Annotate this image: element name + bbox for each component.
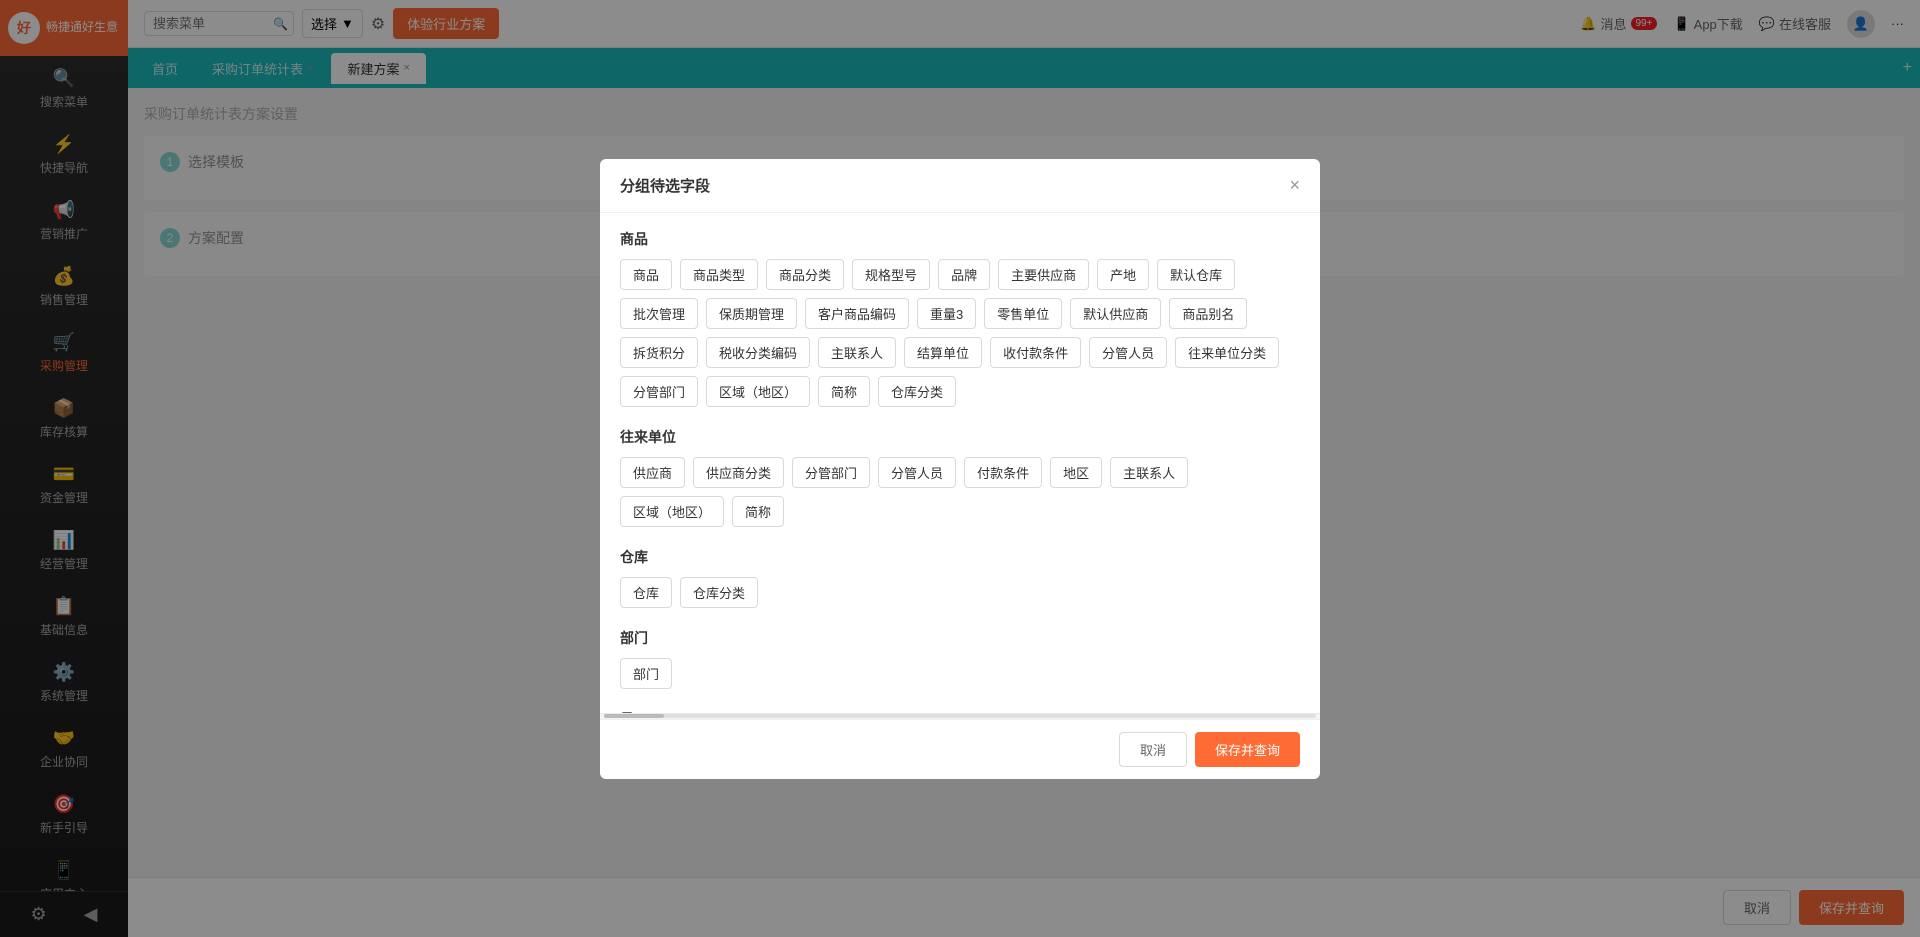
modal-overlay: 分组待选字段 × 商品商品商品类型商品分类规格型号品牌主要供应商产地默认仓库批次…	[0, 0, 1920, 937]
field-chip[interactable]: 分管人员	[878, 457, 956, 488]
field-chip[interactable]: 商品	[620, 259, 672, 290]
field-chip[interactable]: 往来单位分类	[1175, 337, 1279, 368]
field-chip[interactable]: 分管部门	[620, 376, 698, 407]
field-chip[interactable]: 零售单位	[984, 298, 1062, 329]
field-chip[interactable]: 结算单位	[904, 337, 982, 368]
field-chip[interactable]: 收付款条件	[990, 337, 1081, 368]
field-chips: 供应商供应商分类分管部门分管人员付款条件地区主联系人区域（地区） 简称	[620, 457, 1300, 527]
field-chip[interactable]: 分管人员	[1089, 337, 1167, 368]
modal-body[interactable]: 商品商品商品类型商品分类规格型号品牌主要供应商产地默认仓库批次管理保质期管理客户…	[600, 213, 1320, 713]
field-chip[interactable]: 供应商分类	[693, 457, 784, 488]
scroll-track	[604, 714, 1316, 718]
field-chip[interactable]: 重量3	[917, 298, 976, 329]
field-chip[interactable]: 主联系人	[1110, 457, 1188, 488]
scroll-thumb	[604, 714, 664, 718]
modal-save-button[interactable]: 保存并查询	[1195, 732, 1300, 767]
field-chip[interactable]: 默认供应商	[1070, 298, 1161, 329]
field-chip[interactable]: 供应商	[620, 457, 685, 488]
modal-title: 分组待选字段	[620, 175, 710, 196]
field-chips: 部门	[620, 658, 1300, 689]
field-chip[interactable]: 主要供应商	[998, 259, 1089, 290]
field-chips: 商品商品类型商品分类规格型号品牌主要供应商产地默认仓库批次管理保质期管理客户商品…	[620, 259, 1300, 407]
field-chip[interactable]: 区域（地区）	[620, 496, 724, 527]
field-chip[interactable]: 付款条件	[964, 457, 1042, 488]
field-group-warehouse: 仓库仓库仓库分类	[620, 547, 1300, 608]
modal: 分组待选字段 × 商品商品商品类型商品分类规格型号品牌主要供应商产地默认仓库批次…	[600, 159, 1320, 779]
field-chip[interactable]: 仓库分类	[680, 577, 758, 608]
field-chip[interactable]: 规格型号	[852, 259, 930, 290]
field-chip[interactable]: 仓库分类	[878, 376, 956, 407]
field-chip[interactable]: 保质期管理	[706, 298, 797, 329]
field-chip[interactable]: 商品分类	[766, 259, 844, 290]
field-chip[interactable]: 部门	[620, 658, 672, 689]
modal-footer: 取消 保存并查询	[600, 719, 1320, 779]
field-chip[interactable]: 仓库	[620, 577, 672, 608]
field-chip[interactable]: 税收分类编码	[706, 337, 810, 368]
field-group-title: 仓库	[620, 547, 1300, 567]
field-group-department: 部门部门	[620, 628, 1300, 689]
field-chip[interactable]: 地区	[1050, 457, 1102, 488]
field-chip[interactable]: 分管部门	[792, 457, 870, 488]
field-chip[interactable]: 批次管理	[620, 298, 698, 329]
field-chip[interactable]: 默认仓库	[1157, 259, 1235, 290]
field-chip[interactable]: 商品别名	[1169, 298, 1247, 329]
field-group-title: 部门	[620, 628, 1300, 648]
field-group-product: 商品商品商品类型商品分类规格型号品牌主要供应商产地默认仓库批次管理保质期管理客户…	[620, 229, 1300, 407]
field-chip[interactable]: 产地	[1097, 259, 1149, 290]
close-icon[interactable]: ×	[1289, 175, 1300, 196]
field-chip[interactable]: 简称	[732, 496, 784, 527]
modal-cancel-button[interactable]: 取消	[1119, 732, 1187, 767]
field-chips: 仓库仓库分类	[620, 577, 1300, 608]
field-chip[interactable]: 主联系人	[818, 337, 896, 368]
field-chip[interactable]: 区域（地区）	[706, 376, 810, 407]
modal-header: 分组待选字段 ×	[600, 159, 1320, 213]
field-group-title: 商品	[620, 229, 1300, 249]
field-chip[interactable]: 拆货积分	[620, 337, 698, 368]
field-chip[interactable]: 客户商品编码	[805, 298, 909, 329]
scroll-bar	[600, 713, 1320, 719]
field-group-partner: 往来单位供应商供应商分类分管部门分管人员付款条件地区主联系人区域（地区） 简称	[620, 427, 1300, 527]
field-chip[interactable]: 品牌	[938, 259, 990, 290]
field-chip[interactable]: 简称	[818, 376, 870, 407]
field-chip[interactable]: 商品类型	[680, 259, 758, 290]
field-group-title: 往来单位	[620, 427, 1300, 447]
